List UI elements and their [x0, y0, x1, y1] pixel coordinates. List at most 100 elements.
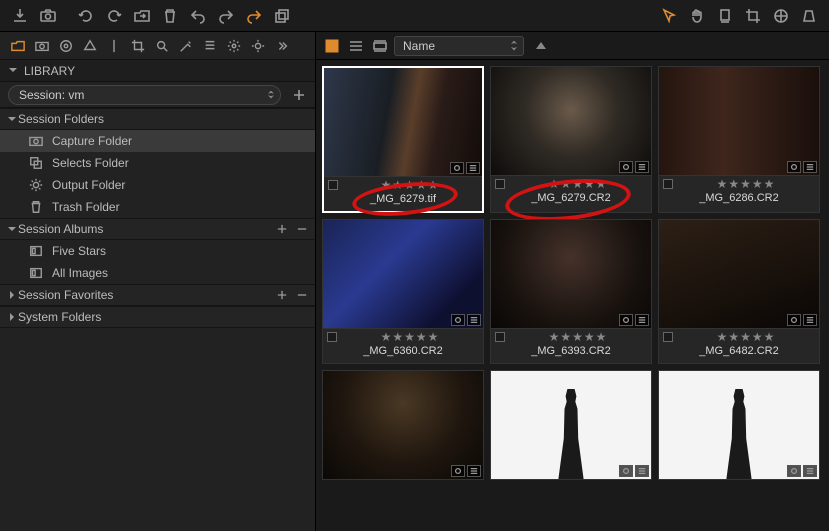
- gear-icon: [28, 177, 44, 193]
- crop-tab-icon[interactable]: [128, 36, 148, 56]
- keystone-icon[interactable]: [797, 4, 821, 28]
- adjustments-badge-icon[interactable]: [451, 465, 465, 477]
- star-rating[interactable]: ★★★★★: [341, 330, 479, 344]
- info-badge-icon[interactable]: [803, 161, 817, 173]
- rating-row: ★★★★★: [324, 177, 482, 193]
- adjustments-badge-icon[interactable]: [619, 161, 633, 173]
- adjustments-badge-icon[interactable]: [619, 314, 633, 326]
- thumbnail-cell[interactable]: [490, 370, 652, 480]
- white-balance-icon[interactable]: [713, 4, 737, 28]
- adjust-tab-icon[interactable]: [176, 36, 196, 56]
- thumbnail-cell[interactable]: [658, 370, 820, 480]
- browser-pane: Name ★★★★★_MG_6279.tif★★★★★_MG_6279.CR2★…: [316, 32, 829, 531]
- thumbnail-cell[interactable]: ★★★★★_MG_6279.CR2: [490, 66, 652, 213]
- library-tab-icon[interactable]: [8, 36, 28, 56]
- settings-tab-icon[interactable]: [248, 36, 268, 56]
- thumbnail-cell[interactable]: ★★★★★_MG_6482.CR2: [658, 219, 820, 364]
- star-rating[interactable]: ★★★★★: [509, 177, 647, 191]
- more-tabs-icon[interactable]: [272, 36, 292, 56]
- rotate-cw-icon[interactable]: [102, 4, 126, 28]
- remove-album-button[interactable]: [295, 222, 309, 236]
- info-badge-icon[interactable]: [466, 162, 480, 174]
- star-rating[interactable]: ★★★★★: [677, 177, 815, 191]
- folder-selects[interactable]: Selects Folder: [0, 152, 315, 174]
- camera-icon[interactable]: [36, 4, 60, 28]
- cursor-icon[interactable]: [657, 4, 681, 28]
- star-rating[interactable]: ★★★★★: [677, 330, 815, 344]
- undo-icon[interactable]: [186, 4, 210, 28]
- search-tab-icon[interactable]: [152, 36, 172, 56]
- folder-label: Trash Folder: [52, 200, 120, 214]
- section-system-folders[interactable]: System Folders: [0, 306, 315, 328]
- info-badge-icon[interactable]: [635, 314, 649, 326]
- chevron-down-icon: [6, 224, 18, 234]
- trash-icon[interactable]: [158, 4, 182, 28]
- folder-trash[interactable]: Trash Folder: [0, 196, 315, 218]
- adjustments-badge-icon[interactable]: [451, 314, 465, 326]
- hand-icon[interactable]: [685, 4, 709, 28]
- lens-tab-icon[interactable]: [56, 36, 76, 56]
- metadata-tab-icon[interactable]: [200, 36, 220, 56]
- redo-icon[interactable]: [214, 4, 238, 28]
- section-session-folders[interactable]: Session Folders: [0, 108, 315, 130]
- capture-tab-icon[interactable]: [32, 36, 52, 56]
- select-checkbox[interactable]: [327, 332, 337, 342]
- album-all-images[interactable]: All Images: [0, 262, 315, 284]
- grid-view-button[interactable]: [322, 36, 342, 56]
- folder-capture[interactable]: Capture Folder: [0, 130, 315, 152]
- adjustments-badge-icon[interactable]: [619, 465, 633, 477]
- remove-favorite-button[interactable]: [295, 288, 309, 302]
- info-badge-icon[interactable]: [467, 314, 481, 326]
- info-badge-icon[interactable]: [803, 465, 817, 477]
- album-five-stars[interactable]: Five Stars: [0, 240, 315, 262]
- adjustments-badge-icon[interactable]: [787, 465, 801, 477]
- session-select[interactable]: Session: vm: [8, 85, 281, 105]
- filmstrip-view-button[interactable]: [370, 36, 390, 56]
- straighten-icon[interactable]: [769, 4, 793, 28]
- thumbnail-cell[interactable]: ★★★★★_MG_6360.CR2: [322, 219, 484, 364]
- info-badge-icon[interactable]: [635, 161, 649, 173]
- sort-field-select[interactable]: Name: [394, 36, 524, 56]
- add-album-button[interactable]: [275, 222, 289, 236]
- adjustments-badge-icon[interactable]: [787, 314, 801, 326]
- library-panel-header[interactable]: LIBRARY: [0, 60, 315, 82]
- select-checkbox[interactable]: [663, 332, 673, 342]
- adjustments-badge-icon[interactable]: [450, 162, 464, 174]
- import-icon[interactable]: [8, 4, 32, 28]
- thumbnail-image: [659, 371, 819, 479]
- output-tab-icon[interactable]: [224, 36, 244, 56]
- info-badge-icon[interactable]: [635, 465, 649, 477]
- section-session-favorites[interactable]: Session Favorites: [0, 284, 315, 306]
- add-favorite-button[interactable]: [275, 288, 289, 302]
- star-rating[interactable]: ★★★★★: [342, 178, 478, 192]
- info-badge-icon[interactable]: [467, 465, 481, 477]
- section-session-albums[interactable]: Session Albums: [0, 218, 315, 240]
- selects-icon: [28, 155, 44, 171]
- thumbnail-cell[interactable]: ★★★★★_MG_6279.tif: [322, 66, 484, 213]
- copies-icon[interactable]: [270, 4, 294, 28]
- move-to-folder-icon[interactable]: [130, 4, 154, 28]
- list-view-button[interactable]: [346, 36, 366, 56]
- filename-label: _MG_6279.CR2: [491, 192, 651, 210]
- crop-icon[interactable]: [741, 4, 765, 28]
- sort-direction-button[interactable]: [536, 42, 546, 49]
- info-badge-icon[interactable]: [803, 314, 817, 326]
- color-tab-icon[interactable]: [80, 36, 100, 56]
- thumbnail-cell[interactable]: ★★★★★_MG_6286.CR2: [658, 66, 820, 213]
- select-checkbox[interactable]: [663, 179, 673, 189]
- reset-icon[interactable]: [242, 4, 266, 28]
- thumbnail-cell[interactable]: [322, 370, 484, 480]
- main-toolbar: [0, 0, 829, 32]
- folder-output[interactable]: Output Folder: [0, 174, 315, 196]
- filename-label: _MG_6393.CR2: [491, 345, 651, 363]
- add-session-button[interactable]: [291, 87, 307, 103]
- exposure-tab-icon[interactable]: [104, 36, 124, 56]
- select-checkbox[interactable]: [495, 332, 505, 342]
- thumbnail-cell[interactable]: ★★★★★_MG_6393.CR2: [490, 219, 652, 364]
- adjustments-badge-icon[interactable]: [787, 161, 801, 173]
- rotate-ccw-icon[interactable]: [74, 4, 98, 28]
- select-checkbox[interactable]: [495, 179, 505, 189]
- filename-label: _MG_6286.CR2: [659, 192, 819, 210]
- select-checkbox[interactable]: [328, 180, 338, 190]
- star-rating[interactable]: ★★★★★: [509, 330, 647, 344]
